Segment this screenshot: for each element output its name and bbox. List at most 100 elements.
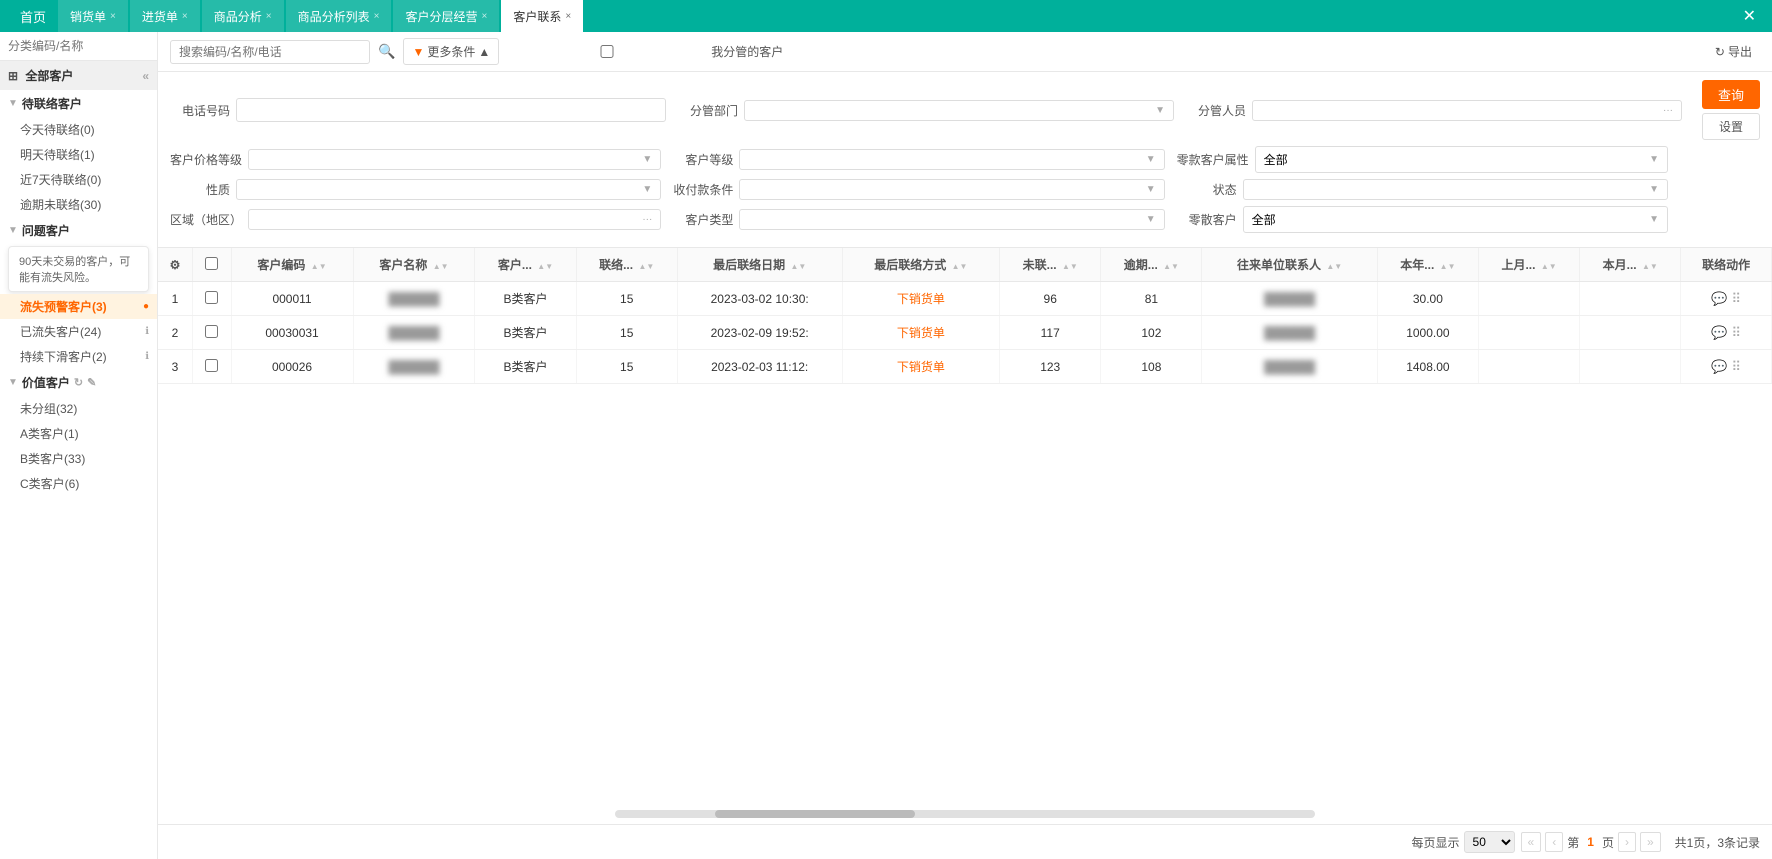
status-select[interactable]: ▼ bbox=[1243, 179, 1668, 200]
last-method-link-1[interactable]: 下销货单 bbox=[897, 326, 945, 340]
sidebar-group-value-header[interactable]: ▼ 价值客户 ↻ ✎ bbox=[0, 369, 157, 396]
sort-arrows-last-date[interactable]: ▲▼ bbox=[790, 262, 806, 271]
th-settings[interactable]: ⚙ bbox=[158, 248, 193, 282]
my-customers-checkbox[interactable] bbox=[507, 45, 707, 58]
cell-last-method-1[interactable]: 下销货单 bbox=[842, 316, 1000, 350]
horizontal-scrollbar[interactable] bbox=[615, 810, 1315, 818]
more-icon-2[interactable]: ⠿ bbox=[1731, 359, 1741, 375]
sort-arrows-this-year[interactable]: ▲▼ bbox=[1440, 262, 1456, 271]
filter-status: 状态 ▼ bbox=[1177, 179, 1668, 200]
sidebar-item-ungrouped[interactable]: 未分组(32) bbox=[0, 396, 157, 421]
cell-last-method-0[interactable]: 下销货单 bbox=[842, 282, 1000, 316]
zero-attr-select[interactable]: 全部 ▼ bbox=[1255, 146, 1668, 173]
row-checkbox-2[interactable] bbox=[205, 359, 218, 372]
nav-tab-商品分析列表[interactable]: 商品分析列表× bbox=[286, 0, 392, 32]
sidebar-search-input[interactable] bbox=[8, 39, 158, 53]
more-icon-1[interactable]: ⠿ bbox=[1731, 325, 1741, 341]
select-all-checkbox[interactable] bbox=[205, 257, 218, 270]
dept-select[interactable]: ▼ bbox=[744, 100, 1174, 121]
row-checkbox-0[interactable] bbox=[205, 291, 218, 304]
last-method-link-2[interactable]: 下销货单 bbox=[897, 360, 945, 374]
customer-type-select[interactable]: ▼ bbox=[739, 209, 1164, 230]
filter-customer-level: 客户等级 ▼ bbox=[673, 149, 1164, 170]
sort-arrows-contact[interactable]: ▲▼ bbox=[638, 262, 654, 271]
nature-select[interactable]: ▼ bbox=[236, 179, 661, 200]
cell-checkbox-1[interactable] bbox=[193, 316, 232, 350]
chat-icon-0[interactable]: 💬 bbox=[1711, 291, 1727, 307]
sidebar-item-overdue[interactable]: 逾期未联络(30) bbox=[0, 192, 157, 217]
more-conditions-button[interactable]: ▼ 更多条件 ▲ bbox=[403, 38, 499, 65]
sidebar-item-churn-warning[interactable]: 流失预警客户(3) ● bbox=[0, 294, 157, 319]
region-select[interactable]: ··· bbox=[248, 209, 661, 230]
customer-level-select[interactable]: ▼ bbox=[739, 149, 1164, 170]
cell-last-method-2[interactable]: 下销货单 bbox=[842, 350, 1000, 384]
zero-customer-select[interactable]: 全部 ▼ bbox=[1243, 206, 1668, 233]
sort-arrows-contact2[interactable]: ▲▼ bbox=[1326, 262, 1342, 271]
sidebar-item-7days[interactable]: 近7天待联络(0) bbox=[0, 167, 157, 192]
first-page-button[interactable]: « bbox=[1521, 832, 1542, 852]
my-customers-checkbox-label[interactable]: 我分管的客户 bbox=[507, 43, 783, 60]
nav-tab-客户分层经营[interactable]: 客户分层经营× bbox=[393, 0, 499, 32]
nav-tab-close-icon[interactable]: × bbox=[481, 11, 487, 22]
nav-tab-close-icon[interactable]: × bbox=[565, 11, 571, 22]
sidebar-item-typeA[interactable]: A类客户(1) bbox=[0, 421, 157, 446]
prev-page-button[interactable]: ‹ bbox=[1545, 832, 1563, 852]
sort-arrows-last-month[interactable]: ▲▼ bbox=[1541, 262, 1557, 271]
data-table-container: ⚙ 客户编码 ▲▼ 客户名称 ▲▼ 客户... ▲▼ bbox=[158, 248, 1772, 804]
row-checkbox-1[interactable] bbox=[205, 325, 218, 338]
last-page-button[interactable]: » bbox=[1640, 832, 1661, 852]
search-input[interactable] bbox=[170, 40, 370, 64]
pay-select[interactable]: ▼ bbox=[739, 179, 1164, 200]
sort-arrows-this-month[interactable]: ▲▼ bbox=[1642, 262, 1658, 271]
price-level-select[interactable]: ▼ bbox=[248, 149, 661, 170]
person-select[interactable]: ··· bbox=[1252, 100, 1682, 121]
nav-tab-close-icon[interactable]: × bbox=[110, 11, 116, 22]
sort-arrows-code[interactable]: ▲▼ bbox=[311, 262, 327, 271]
per-page-select[interactable]: 50 100 200 bbox=[1464, 831, 1515, 853]
th-this-month: 本月... ▲▼ bbox=[1580, 248, 1681, 282]
scrollbar-thumb[interactable] bbox=[715, 810, 915, 818]
chat-icon-2[interactable]: 💬 bbox=[1711, 359, 1727, 375]
nav-tab-进货单[interactable]: 进货单× bbox=[130, 0, 200, 32]
sidebar-item-today[interactable]: 今天待联络(0) bbox=[0, 117, 157, 142]
sidebar-all-customers[interactable]: ⊞ 全部客户 « bbox=[0, 61, 157, 90]
nav-tab-商品分析[interactable]: 商品分析× bbox=[202, 0, 284, 32]
sidebar-item-churned[interactable]: 已流失客户(24) ℹ bbox=[0, 319, 157, 344]
more-icon-0[interactable]: ⠿ bbox=[1731, 291, 1741, 307]
nav-tab-close-icon[interactable]: × bbox=[266, 11, 272, 22]
next-page-button[interactable]: › bbox=[1618, 832, 1636, 852]
info-icon2: ℹ bbox=[145, 351, 149, 362]
window-close-button[interactable]: ✕ bbox=[1735, 6, 1764, 26]
nav-home[interactable]: 首页 bbox=[8, 0, 58, 32]
sidebar-group-pending-header[interactable]: ▼ 待联络客户 bbox=[0, 90, 157, 117]
edit-icon[interactable]: ✎ bbox=[87, 376, 96, 389]
phone-input[interactable] bbox=[236, 98, 666, 122]
refresh-icon[interactable]: ↻ bbox=[74, 376, 83, 389]
chat-icon-1[interactable]: 💬 bbox=[1711, 325, 1727, 341]
export-button[interactable]: ↻ 导出 bbox=[1707, 39, 1760, 64]
sort-arrows-uncontacted[interactable]: ▲▼ bbox=[1062, 262, 1078, 271]
cell-checkbox-2[interactable] bbox=[193, 350, 232, 384]
nav-tab-客户联系[interactable]: 客户联系× bbox=[501, 0, 583, 32]
sidebar-item-tomorrow[interactable]: 明天待联络(1) bbox=[0, 142, 157, 167]
cell-seq-0: 1 bbox=[158, 282, 193, 316]
sort-arrows-last-method[interactable]: ▲▼ bbox=[952, 262, 968, 271]
last-method-link-0[interactable]: 下销货单 bbox=[897, 292, 945, 306]
query-button[interactable]: 查询 bbox=[1702, 80, 1760, 109]
cell-type-0: B类客户 bbox=[475, 282, 576, 316]
nav-tab-close-icon[interactable]: × bbox=[374, 11, 380, 22]
sort-arrows-type[interactable]: ▲▼ bbox=[537, 262, 553, 271]
cell-this-month-0 bbox=[1580, 282, 1681, 316]
sidebar-item-typeC[interactable]: C类客户(6) bbox=[0, 471, 157, 496]
cell-checkbox-0[interactable] bbox=[193, 282, 232, 316]
settings-button[interactable]: 设置 bbox=[1702, 113, 1760, 140]
nav-tab-销货单[interactable]: 销货单× bbox=[58, 0, 128, 32]
filter-person: 分管人员 ··· bbox=[1186, 100, 1682, 121]
sort-arrows-overdue[interactable]: ▲▼ bbox=[1163, 262, 1179, 271]
sidebar-item-declining[interactable]: 持续下滑客户(2) ℹ bbox=[0, 344, 157, 369]
sidebar-group-problem-header[interactable]: ▼ 问题客户 bbox=[0, 217, 157, 244]
sort-arrows-name[interactable]: ▲▼ bbox=[433, 262, 449, 271]
sidebar-item-typeB[interactable]: B类客户(33) bbox=[0, 446, 157, 471]
group-pending-label: 待联络客户 bbox=[22, 95, 82, 112]
nav-tab-close-icon[interactable]: × bbox=[182, 11, 188, 22]
